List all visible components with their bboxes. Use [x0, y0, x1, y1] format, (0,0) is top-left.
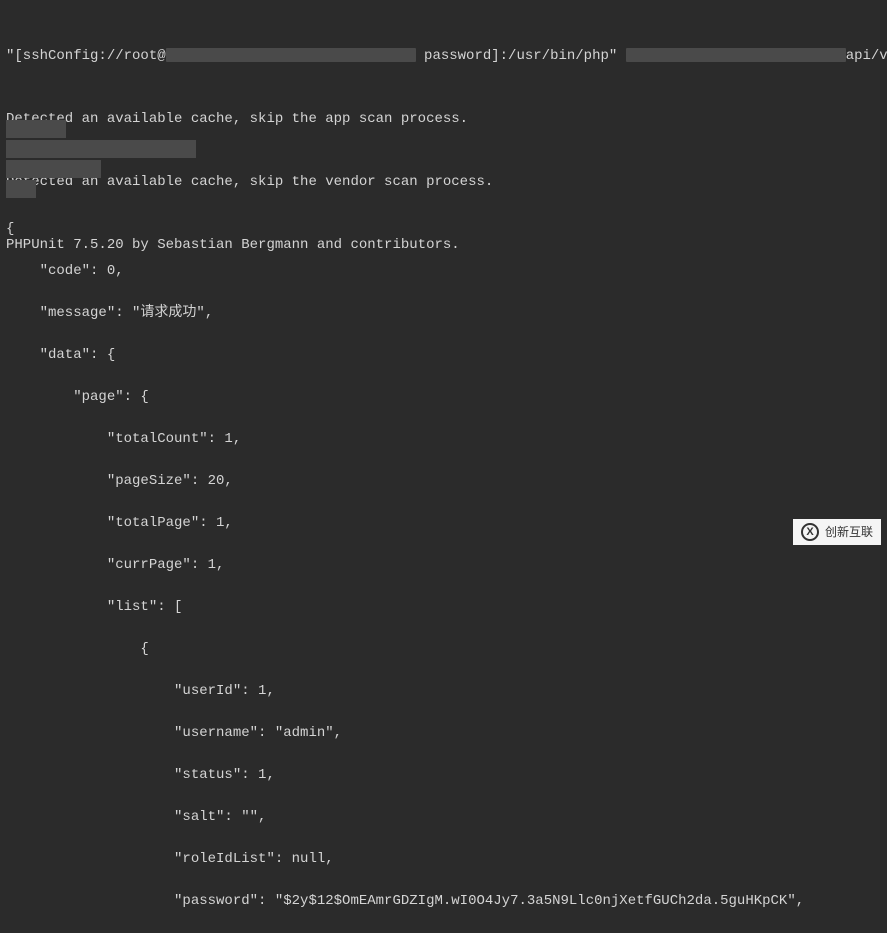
json-password: "password": "$2y$12$OmEAmrGDZIgM.wI0O4Jy… — [6, 891, 804, 912]
json-username: "username": "admin", — [6, 723, 804, 744]
watermark: X 创新互联 — [793, 519, 881, 545]
redacted-host — [166, 48, 416, 62]
json-status: "status": 1, — [6, 765, 804, 786]
json-roleidlist: "roleIdList": null, — [6, 849, 804, 870]
detect-line-2: Detected an available cache, skip the ve… — [6, 172, 881, 193]
redacted-block-4 — [6, 180, 36, 198]
cmd-mid: password]:/usr/bin/php" — [416, 48, 626, 64]
redacted-block-1 — [6, 120, 66, 138]
watermark-logo-icon: X — [801, 523, 819, 541]
json-userid: "userId": 1, — [6, 681, 804, 702]
redacted-block-3 — [6, 160, 101, 178]
watermark-text: 创新互联 — [825, 523, 873, 541]
json-pagesize: "pageSize": 20, — [6, 471, 804, 492]
json-list-open: "list": [ — [6, 597, 804, 618]
json-totalpage: "totalPage": 1, — [6, 513, 804, 534]
json-salt: "salt": "", — [6, 807, 804, 828]
json-output: { "code": 0, "message": "请求成功", "data": … — [6, 198, 804, 933]
json-page: "page": { — [6, 387, 804, 408]
json-message: "message": "请求成功", — [6, 303, 804, 324]
detect-line-1: Detected an available cache, skip the ap… — [6, 109, 881, 130]
json-open: { — [6, 219, 804, 240]
redacted-path — [626, 48, 846, 62]
json-currpage: "currPage": 1, — [6, 555, 804, 576]
redacted-block-2 — [6, 140, 196, 158]
command-line: "[sshConfig://root@ password]:/usr/bin/p… — [6, 46, 881, 67]
cmd-suffix: api/vendor/bin/co-ph — [846, 48, 887, 64]
json-code: "code": 0, — [6, 261, 804, 282]
cmd-prefix: "[sshConfig://root@ — [6, 48, 166, 64]
json-item-open: { — [6, 639, 804, 660]
json-data: "data": { — [6, 345, 804, 366]
json-totalcount: "totalCount": 1, — [6, 429, 804, 450]
